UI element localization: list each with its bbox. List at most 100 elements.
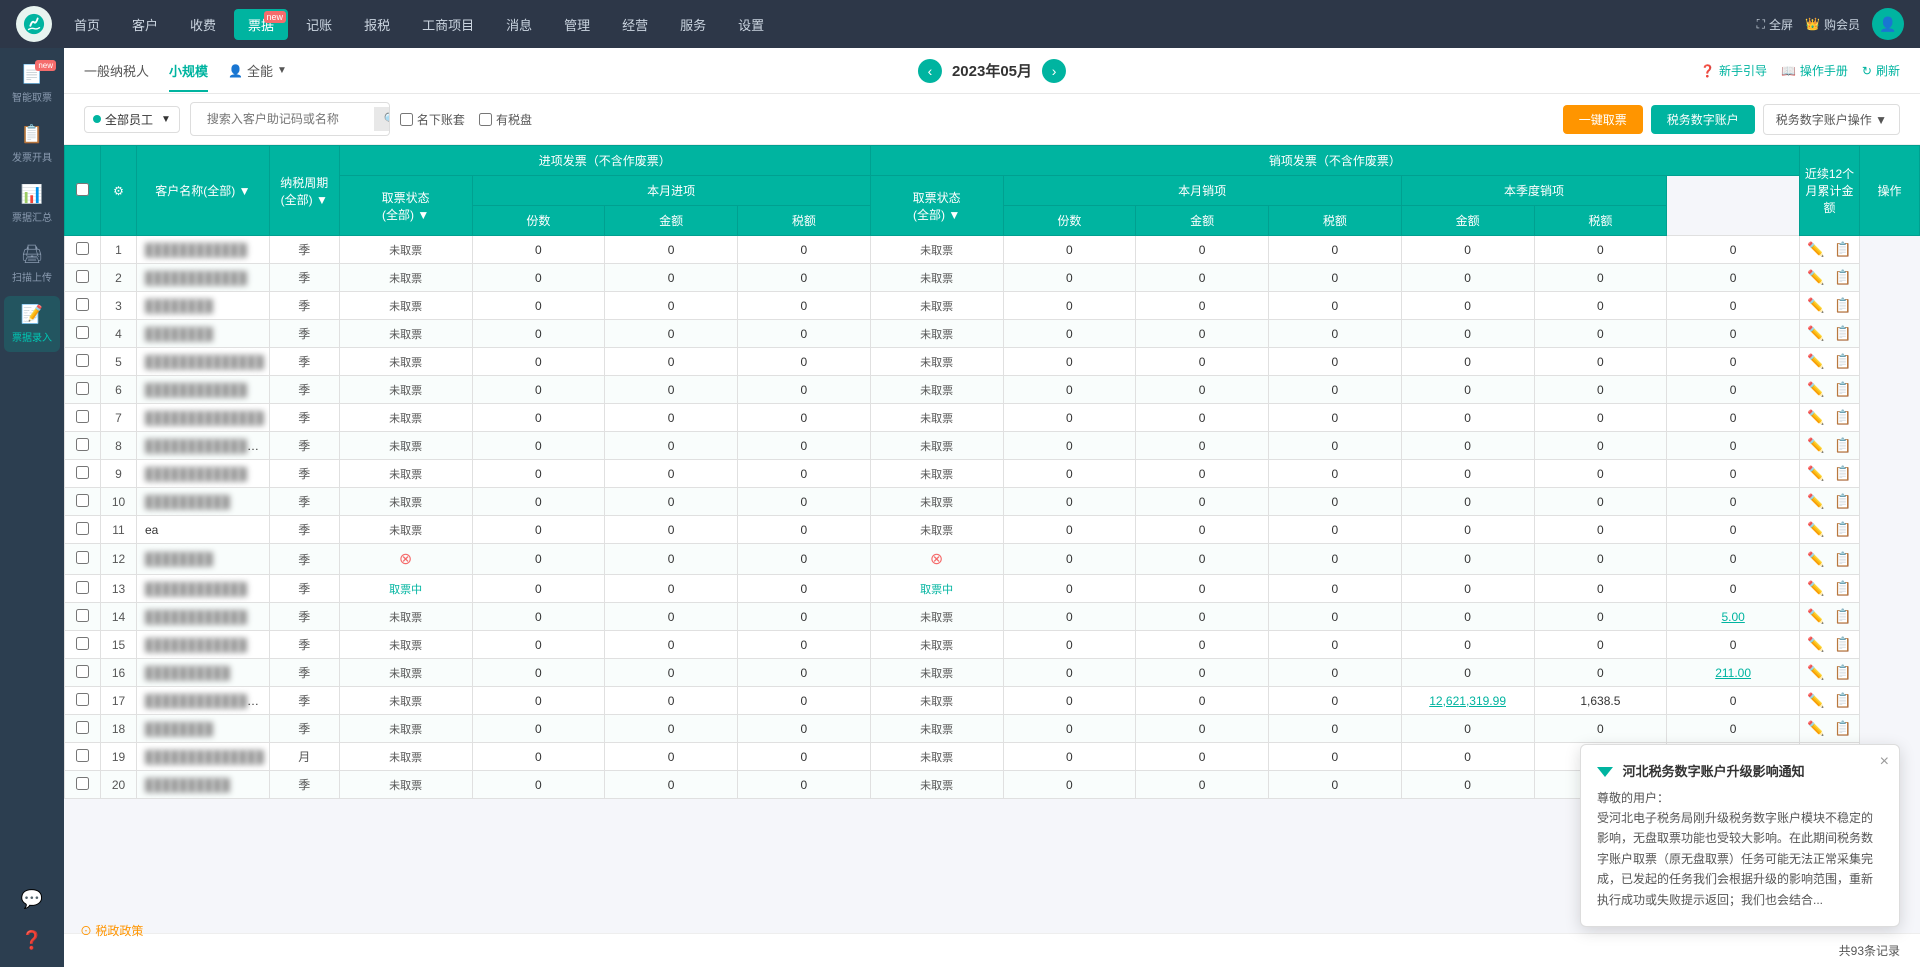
- copy-icon[interactable]: 📋: [1834, 636, 1851, 652]
- nav-home[interactable]: 首页: [60, 9, 114, 40]
- edit-icon[interactable]: ✏️: [1807, 521, 1824, 537]
- row-checkbox[interactable]: [76, 581, 89, 594]
- row-checkbox[interactable]: [76, 609, 89, 622]
- total-12month-cell[interactable]: 5.00: [1667, 603, 1800, 631]
- row-checkbox[interactable]: [76, 410, 89, 423]
- tab-small-scale[interactable]: 小规模: [169, 49, 208, 92]
- search-button[interactable]: 🔍: [374, 107, 390, 131]
- row-checkbox[interactable]: [76, 382, 89, 395]
- copy-icon[interactable]: 📋: [1834, 409, 1851, 425]
- one-click-ticket-btn[interactable]: 一键取票: [1563, 105, 1643, 134]
- row-checkbox[interactable]: [76, 777, 89, 790]
- edit-icon[interactable]: ✏️: [1807, 551, 1824, 567]
- copy-icon[interactable]: 📋: [1834, 353, 1851, 369]
- checkbox-own-accounts[interactable]: 名下账套: [400, 111, 465, 128]
- copy-icon[interactable]: 📋: [1834, 720, 1851, 736]
- prev-month-btn[interactable]: ‹: [918, 59, 942, 83]
- tab-all[interactable]: 👤 全能 ▼: [228, 49, 287, 92]
- edit-icon[interactable]: ✏️: [1807, 381, 1824, 397]
- guide-btn[interactable]: ❓ 新手引导: [1700, 62, 1767, 79]
- nav-bookkeeping[interactable]: 记账: [292, 9, 346, 40]
- output-status-header[interactable]: 取票状态(全部) ▼: [870, 176, 1003, 236]
- edit-icon[interactable]: ✏️: [1807, 465, 1824, 481]
- sidebar-item-open-invoice[interactable]: 📋 发票开具: [4, 116, 60, 172]
- edit-icon[interactable]: ✏️: [1807, 269, 1824, 285]
- copy-icon[interactable]: 📋: [1834, 521, 1851, 537]
- copy-icon[interactable]: 📋: [1834, 493, 1851, 509]
- next-month-btn[interactable]: ›: [1042, 59, 1066, 83]
- edit-icon[interactable]: ✏️: [1807, 297, 1824, 313]
- copy-icon[interactable]: 📋: [1834, 269, 1851, 285]
- edit-icon[interactable]: ✏️: [1807, 493, 1824, 509]
- nav-client[interactable]: 客户: [118, 9, 172, 40]
- quarterly-amount-cell[interactable]: 12,621,319.99: [1401, 687, 1534, 715]
- row-checkbox[interactable]: [76, 693, 89, 706]
- edit-icon[interactable]: ✏️: [1807, 720, 1824, 736]
- copy-icon[interactable]: 📋: [1834, 551, 1851, 567]
- copy-icon[interactable]: 📋: [1834, 692, 1851, 708]
- edit-icon[interactable]: ✏️: [1807, 692, 1824, 708]
- refresh-btn[interactable]: ↻ 刷新: [1862, 62, 1900, 79]
- edit-icon[interactable]: ✏️: [1807, 608, 1824, 624]
- edit-icon[interactable]: ✏️: [1807, 353, 1824, 369]
- nav-message[interactable]: 消息: [492, 9, 546, 40]
- client-name-header[interactable]: 客户名称(全部) ▼: [137, 146, 270, 236]
- row-checkbox[interactable]: [76, 354, 89, 367]
- copy-icon[interactable]: 📋: [1834, 437, 1851, 453]
- copy-icon[interactable]: 📋: [1834, 580, 1851, 596]
- edit-icon[interactable]: ✏️: [1807, 664, 1824, 680]
- sidebar-item-scan[interactable]: 🖨 扫描上传: [4, 236, 60, 292]
- total-12month-cell[interactable]: 211.00: [1667, 659, 1800, 687]
- tax-period-header[interactable]: 纳税周期(全部) ▼: [269, 146, 339, 236]
- nav-fee[interactable]: 收费: [176, 9, 230, 40]
- copy-icon[interactable]: 📋: [1834, 608, 1851, 624]
- row-checkbox[interactable]: [76, 494, 89, 507]
- copy-icon[interactable]: 📋: [1834, 381, 1851, 397]
- copy-icon[interactable]: 📋: [1834, 241, 1851, 257]
- vip-btn[interactable]: 👑 购会员: [1805, 16, 1860, 33]
- manual-btn[interactable]: 📖 操作手册: [1781, 62, 1848, 79]
- row-checkbox[interactable]: [76, 749, 89, 762]
- input-status-header[interactable]: 取票状态(全部) ▼: [339, 176, 472, 236]
- employee-select[interactable]: 全部员工 ▼: [84, 106, 180, 133]
- row-checkbox[interactable]: [76, 551, 89, 564]
- row-checkbox[interactable]: [76, 242, 89, 255]
- nav-business[interactable]: 工商项目: [408, 9, 488, 40]
- row-checkbox[interactable]: [76, 466, 89, 479]
- nav-service[interactable]: 服务: [666, 9, 720, 40]
- tax-disk-checkbox[interactable]: [479, 113, 492, 126]
- nav-tax[interactable]: 报税: [350, 9, 404, 40]
- sidebar-item-summary[interactable]: 📊 票据汇总: [4, 176, 60, 232]
- user-avatar[interactable]: 👤: [1872, 8, 1904, 40]
- checkbox-tax-disk[interactable]: 有税盘: [479, 111, 532, 128]
- row-checkbox[interactable]: [76, 298, 89, 311]
- search-input[interactable]: [199, 108, 370, 130]
- edit-icon[interactable]: ✏️: [1807, 636, 1824, 652]
- row-checkbox[interactable]: [76, 270, 89, 283]
- nav-operation[interactable]: 经营: [608, 9, 662, 40]
- sidebar-item-entry[interactable]: 📝 票据录入: [4, 296, 60, 352]
- sidebar-item-smart-ticket[interactable]: 📄 智能取票 new: [4, 56, 60, 112]
- popup-close-btn[interactable]: ×: [1880, 753, 1889, 771]
- copy-icon[interactable]: 📋: [1834, 664, 1851, 680]
- edit-icon[interactable]: ✏️: [1807, 241, 1824, 257]
- nav-settings[interactable]: 设置: [724, 9, 778, 40]
- digital-ops-btn[interactable]: 税务数字账户操作 ▼: [1763, 104, 1900, 135]
- nav-invoice[interactable]: 票据 new: [234, 9, 288, 40]
- edit-icon[interactable]: ✏️: [1807, 437, 1824, 453]
- tab-general-taxpayer[interactable]: 一般纳税人: [84, 49, 149, 92]
- row-checkbox[interactable]: [76, 721, 89, 734]
- sidebar-bottom-chat[interactable]: 💬: [4, 881, 60, 918]
- digital-account-btn[interactable]: 税务数字账户: [1651, 105, 1755, 134]
- own-accounts-checkbox[interactable]: [400, 113, 413, 126]
- row-checkbox[interactable]: [76, 438, 89, 451]
- edit-icon[interactable]: ✏️: [1807, 580, 1824, 596]
- copy-icon[interactable]: 📋: [1834, 465, 1851, 481]
- row-checkbox[interactable]: [76, 522, 89, 535]
- row-checkbox[interactable]: [76, 665, 89, 678]
- sidebar-bottom-help[interactable]: ❓: [4, 922, 60, 959]
- edit-icon[interactable]: ✏️: [1807, 409, 1824, 425]
- nav-manage[interactable]: 管理: [550, 9, 604, 40]
- row-checkbox[interactable]: [76, 326, 89, 339]
- fullscreen-btn[interactable]: ⛶ 全屏: [1757, 16, 1793, 33]
